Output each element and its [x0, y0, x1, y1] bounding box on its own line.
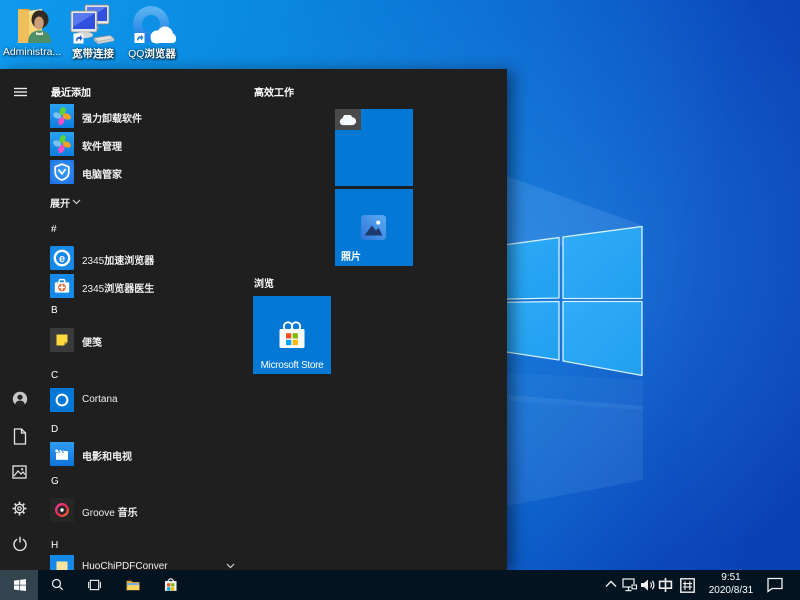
svg-text:e: e [59, 253, 65, 265]
